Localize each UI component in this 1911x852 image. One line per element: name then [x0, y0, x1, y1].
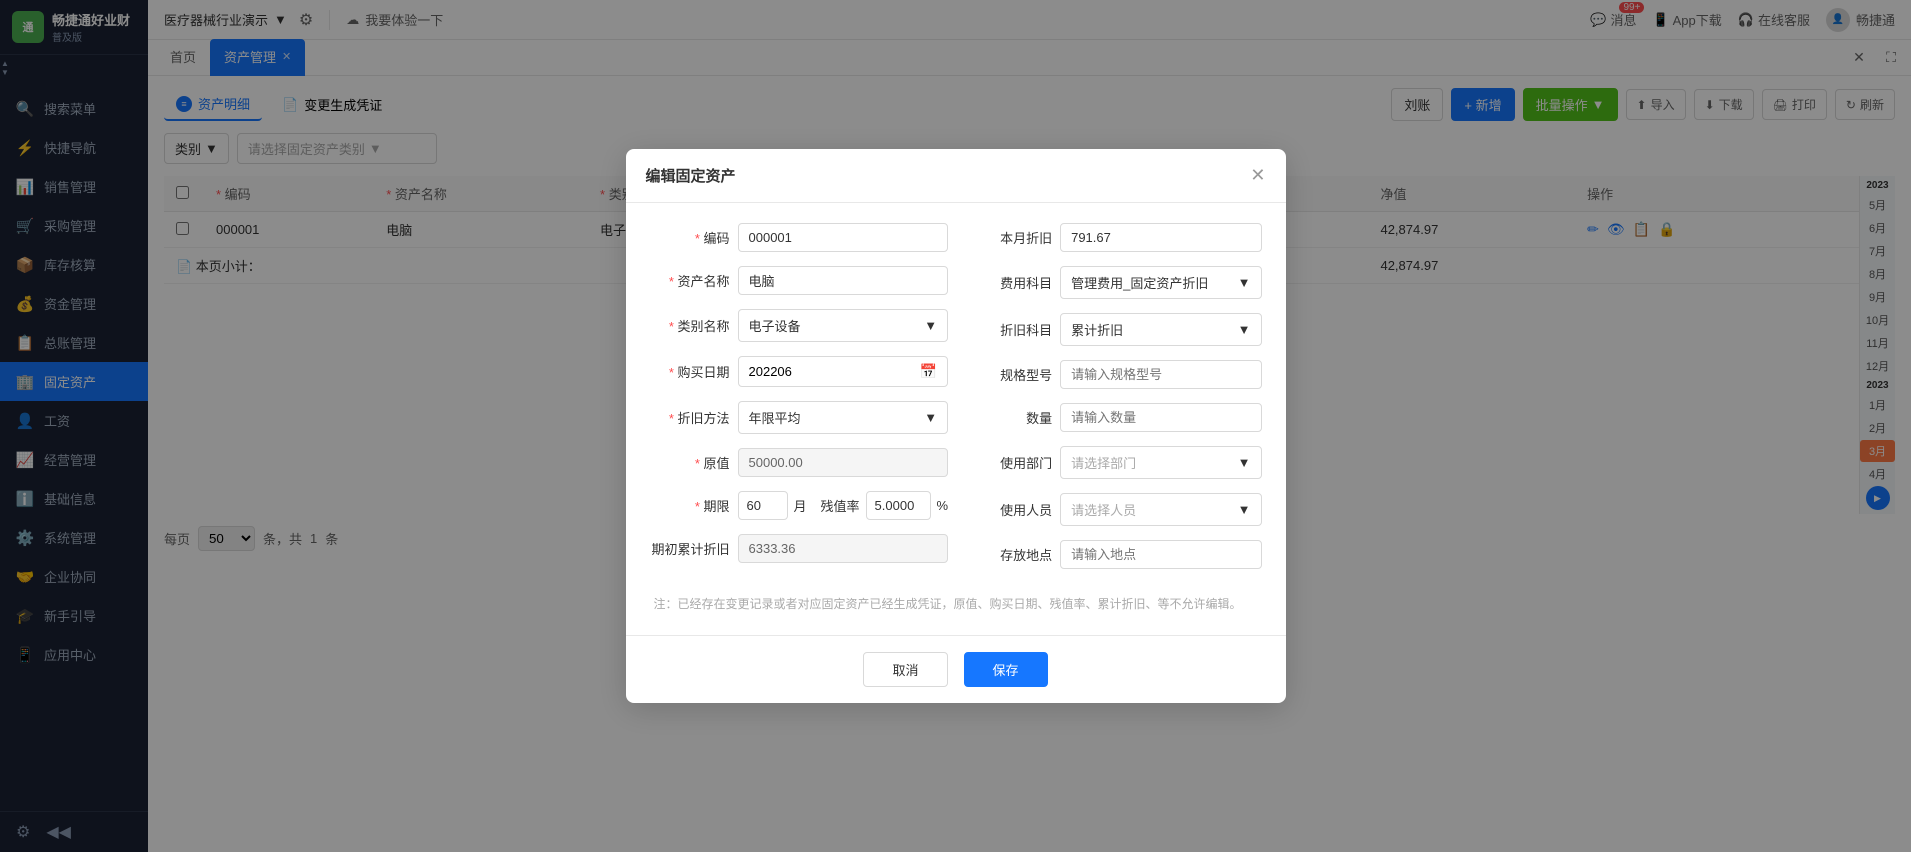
category-select[interactable]: 电子设备 ▼ — [738, 309, 949, 342]
initial-depreciation-input[interactable] — [738, 534, 949, 563]
form-item-quantity: 数量 — [972, 403, 1261, 432]
original-value-label: 原值 — [650, 453, 730, 472]
form-left: 编码 资产名称 类别名称 电子设备 ▼ — [650, 223, 949, 583]
period-input[interactable] — [738, 491, 788, 520]
form-item-spec: 规格型号 — [972, 360, 1261, 389]
user-chevron-icon: ▼ — [1238, 502, 1251, 517]
quantity-label: 数量 — [972, 408, 1052, 427]
location-label: 存放地点 — [972, 545, 1052, 564]
form-item-depreciation-method: 折旧方法 年限平均 ▼ — [650, 401, 949, 434]
form-item-department: 使用部门 请选择部门 ▼ — [972, 446, 1261, 479]
depreciation-subject-label: 折旧科目 — [972, 320, 1052, 339]
asset-name-label: 资产名称 — [650, 271, 730, 290]
department-select[interactable]: 请选择部门 ▼ — [1060, 446, 1261, 479]
depreciation-subject-value: 累计折旧 — [1071, 320, 1123, 339]
form-item-asset-name: 资产名称 — [650, 266, 949, 295]
modal-title: 编辑固定资产 — [646, 165, 736, 186]
department-chevron-icon: ▼ — [1238, 455, 1251, 470]
code-input[interactable] — [738, 223, 949, 252]
depreciation-subject-select[interactable]: 累计折旧 ▼ — [1060, 313, 1261, 346]
purchase-date-label: 购买日期 — [650, 362, 730, 381]
category-select-value: 电子设备 — [749, 316, 801, 335]
form-right: 本月折旧 费用科目 管理费用_固定资产折旧 ▼ 折旧科目 — [972, 223, 1261, 583]
form-item-location: 存放地点 — [972, 540, 1261, 569]
code-label: 编码 — [650, 228, 730, 247]
depreciation-subject-chevron-icon: ▼ — [1238, 322, 1251, 337]
modal-footer: 取消 保存 — [626, 635, 1286, 703]
original-value-input[interactable] — [738, 448, 949, 477]
form-item-original-value: 原值 — [650, 448, 949, 477]
expense-subject-label: 费用科目 — [972, 273, 1052, 292]
form-item-period: 期限 月 残值率 % — [650, 491, 949, 520]
form-item-monthly-depreciation: 本月折旧 — [972, 223, 1261, 252]
monthly-depreciation-label: 本月折旧 — [972, 228, 1052, 247]
spec-label: 规格型号 — [972, 365, 1052, 384]
form-item-category: 类别名称 电子设备 ▼ — [650, 309, 949, 342]
user-select[interactable]: 请选择人员 ▼ — [1060, 493, 1261, 526]
category-chevron-icon: ▼ — [924, 318, 937, 333]
form-item-code: 编码 — [650, 223, 949, 252]
form-item-initial-depreciation: 期初累计折旧 — [650, 534, 949, 563]
asset-name-input[interactable] — [738, 266, 949, 295]
period-label: 期限 — [650, 496, 730, 515]
purchase-date-value: 202206 — [749, 364, 920, 379]
depreciation-method-chevron-icon: ▼ — [924, 410, 937, 425]
modal-close-button[interactable]: ✕ — [1250, 165, 1265, 186]
purchase-date-input-wrap[interactable]: 202206 📅 — [738, 356, 949, 387]
form-item-depreciation-subject: 折旧科目 累计折旧 ▼ — [972, 313, 1261, 346]
cancel-button[interactable]: 取消 — [863, 652, 947, 687]
depreciation-method-select[interactable]: 年限平均 ▼ — [738, 401, 949, 434]
user-label: 使用人员 — [972, 500, 1052, 519]
location-input[interactable] — [1060, 540, 1261, 569]
modal-note: 注：已经存在变更记录或者对应固定资产已经生成凭证，原值、购买日期、残值率、累计折… — [650, 595, 1262, 614]
department-placeholder: 请选择部门 — [1071, 453, 1136, 472]
quantity-input[interactable] — [1060, 403, 1261, 432]
category-label: 类别名称 — [650, 316, 730, 335]
form-item-expense-subject: 费用科目 管理费用_固定资产折旧 ▼ — [972, 266, 1261, 299]
user-placeholder: 请选择人员 — [1071, 500, 1136, 519]
modal-overlay: 编辑固定资产 ✕ 编码 资产名称 — [0, 0, 1911, 852]
residual-rate-label: 残值率 — [821, 496, 860, 515]
calendar-icon[interactable]: 📅 — [920, 363, 937, 380]
modal-header: 编辑固定资产 ✕ — [626, 149, 1286, 203]
expense-subject-select[interactable]: 管理费用_固定资产折旧 ▼ — [1060, 266, 1261, 299]
residual-rate-input[interactable] — [866, 491, 931, 520]
form-item-user: 使用人员 请选择人员 ▼ — [972, 493, 1261, 526]
depreciation-method-label: 折旧方法 — [650, 408, 730, 427]
expense-subject-value: 管理费用_固定资产折旧 — [1071, 273, 1208, 292]
period-group: 月 残值率 % — [738, 491, 949, 520]
initial-depreciation-label: 期初累计折旧 — [650, 539, 730, 558]
spec-input[interactable] — [1060, 360, 1261, 389]
edit-asset-modal: 编辑固定资产 ✕ 编码 资产名称 — [626, 149, 1286, 702]
residual-rate-unit: % — [937, 498, 949, 513]
period-unit: 月 — [794, 496, 807, 515]
monthly-depreciation-input[interactable] — [1060, 223, 1261, 252]
expense-subject-chevron-icon: ▼ — [1238, 275, 1251, 290]
department-label: 使用部门 — [972, 453, 1052, 472]
form-item-purchase-date: 购买日期 202206 📅 — [650, 356, 949, 387]
form-grid: 编码 资产名称 类别名称 电子设备 ▼ — [650, 223, 1262, 583]
depreciation-method-value: 年限平均 — [749, 408, 801, 427]
modal-body: 编码 资产名称 类别名称 电子设备 ▼ — [626, 203, 1286, 634]
save-button[interactable]: 保存 — [964, 652, 1048, 687]
